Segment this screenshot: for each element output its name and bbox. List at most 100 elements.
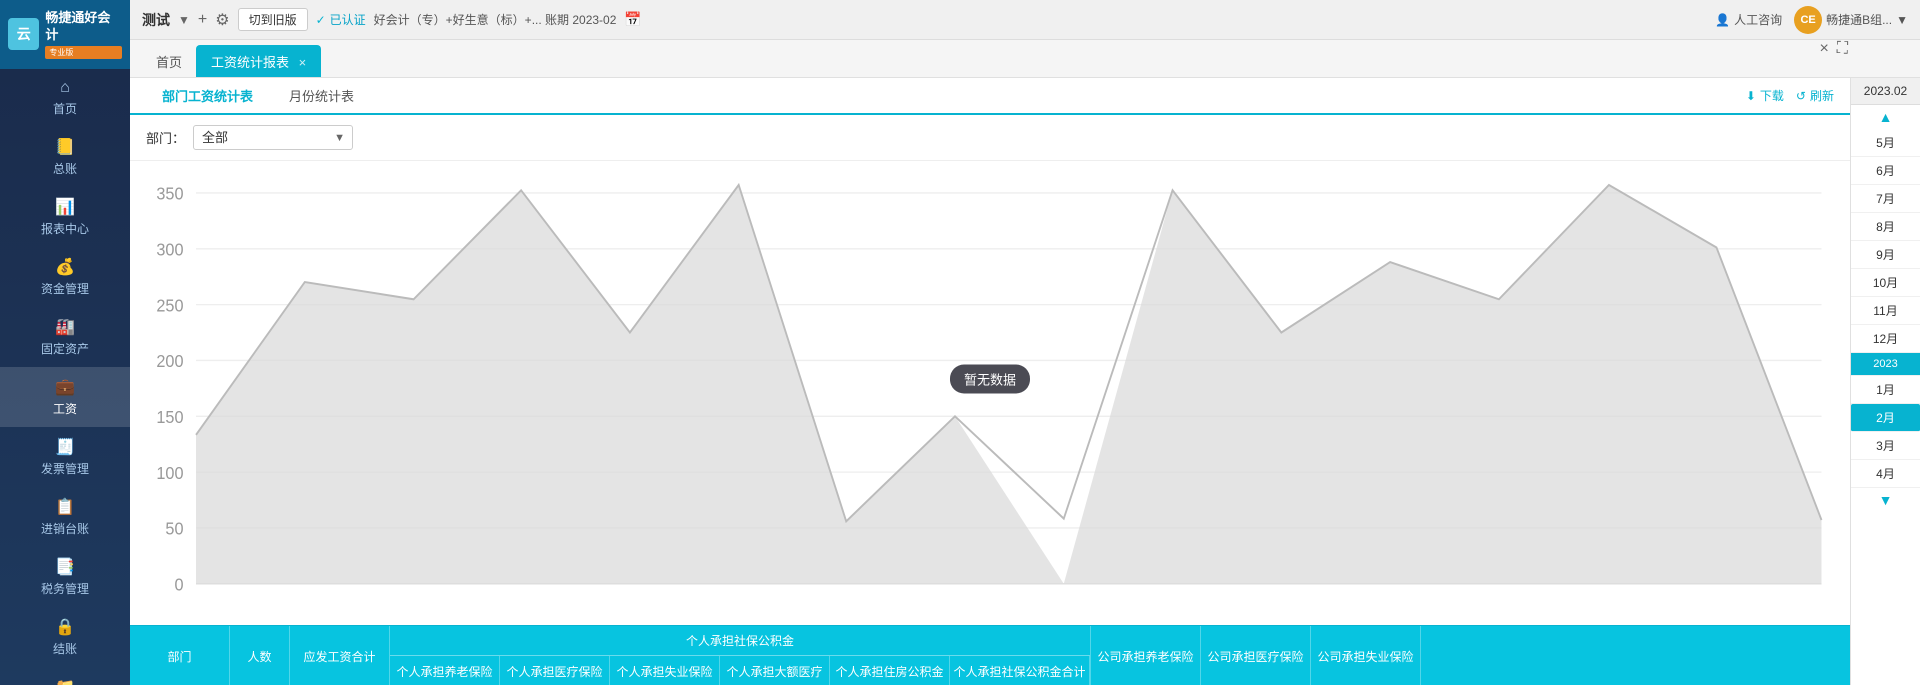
svg-text:200: 200 — [156, 352, 183, 372]
salary-icon: 💼 — [55, 377, 75, 397]
topbar: 测试 ▼ + ⚙ 切到旧版 ✓ 已认证 好会计（专）+好生意（标）+... 账期… — [130, 0, 1920, 40]
date-item-mar[interactable]: 3月 — [1851, 432, 1920, 460]
th-count: 人数 — [230, 626, 290, 685]
sidebar-item-funds[interactable]: 💰 资金管理 — [0, 247, 130, 307]
date-nav-down[interactable]: ▼ — [1851, 488, 1920, 512]
date-item-jul[interactable]: 7月 — [1851, 185, 1920, 213]
chart-area: 350 300 250 200 150 100 50 0 — [130, 161, 1850, 625]
help-button[interactable]: 👤 人工咨询 — [1715, 11, 1782, 28]
date-item-apr[interactable]: 4月 — [1851, 460, 1920, 488]
th-personal-unemployment: 个人承担失业保险 — [610, 656, 720, 685]
sidebar-label-salary: 工资 — [53, 400, 77, 417]
sidebar-label-tax: 税务管理 — [41, 580, 89, 597]
date-panel: 2023.02 ▲ 5月 6月 7月 8月 9月 10月 11月 12月 202… — [1850, 78, 1920, 685]
topbar-status-text: 已认证 — [330, 11, 366, 28]
sidebar-item-archive[interactable]: 📁 归档管理 — [0, 667, 130, 685]
sidebar-item-assets[interactable]: 🏭 固定资产 — [0, 307, 130, 367]
close-panel-button[interactable]: × — [1819, 40, 1828, 58]
subtab-dept[interactable]: 部门工资统计表 — [146, 78, 269, 115]
svg-text:350: 350 — [156, 184, 183, 204]
invoice-icon: 🧾 — [55, 437, 75, 457]
main-area: 测试 ▼ + ⚙ 切到旧版 ✓ 已认证 好会计（专）+好生意（标）+... 账期… — [130, 0, 1920, 685]
svg-text:50: 50 — [165, 519, 183, 539]
tax-icon: 📑 — [55, 557, 75, 577]
avatar: CE — [1794, 6, 1822, 34]
filter-bar: 部门： 全部 行政部 财务部 销售部 技术部 ▼ — [130, 115, 1850, 161]
th-dept: 部门 — [130, 626, 230, 685]
dept-select[interactable]: 全部 行政部 财务部 销售部 技术部 — [193, 125, 353, 150]
date-item-jan[interactable]: 1月 — [1851, 376, 1920, 404]
sidebar-item-tax[interactable]: 📑 税务管理 — [0, 547, 130, 607]
user-name: 畅捷通B组... — [1826, 11, 1892, 28]
refresh-icon: ↺ — [1796, 89, 1806, 103]
download-button[interactable]: ⬇ 下载 — [1746, 87, 1784, 104]
content-area: 部门工资统计表 月份统计表 ⬇ 下载 ↺ 刷新 部门： — [130, 78, 1920, 685]
sidebar-item-ledger[interactable]: 📒 总账 — [0, 127, 130, 187]
assets-icon: 🏭 — [55, 317, 75, 337]
date-item-feb[interactable]: 2月 — [1851, 404, 1920, 432]
sidebar-label-assets: 固定资产 — [41, 340, 89, 357]
switch-old-version-button[interactable]: 切到旧版 — [238, 8, 308, 31]
expand-panel-button[interactable]: ⛶ — [1837, 40, 1848, 58]
date-item-nov[interactable]: 11月 — [1851, 297, 1920, 325]
logo-brand: 畅捷通好会计 — [45, 10, 122, 44]
th-personal-housing-fund: 个人承担住房公积金 — [830, 656, 950, 685]
date-nav-up[interactable]: ▲ — [1851, 105, 1920, 129]
date-year-label: 2023 — [1851, 353, 1920, 376]
calendar-icon[interactable]: 📅 — [624, 11, 641, 28]
main-panel: 部门工资统计表 月份统计表 ⬇ 下载 ↺ 刷新 部门： — [130, 78, 1850, 685]
topbar-add-icon[interactable]: + — [198, 11, 207, 29]
logo-badge: 专业版 — [45, 46, 122, 59]
sidebar-label-invoice: 发票管理 — [41, 460, 89, 477]
sidebar-item-reports[interactable]: 📊 报表中心 — [0, 187, 130, 247]
topbar-title: 测试 — [142, 10, 170, 30]
date-item-oct[interactable]: 10月 — [1851, 269, 1920, 297]
ledger-icon: 📒 — [55, 137, 75, 157]
topbar-right: 👤 人工咨询 CE 畅捷通B组... ▼ — [1715, 6, 1908, 34]
th-company-pension: 公司承担养老保险 — [1091, 626, 1201, 685]
tabbar: 首页 工资统计报表 × — [130, 40, 1920, 78]
svg-text:100: 100 — [156, 463, 183, 483]
refresh-label: 刷新 — [1810, 87, 1834, 104]
topbar-settings-icon[interactable]: ⚙ — [215, 10, 229, 30]
sidebar-label-reports: 报表中心 — [41, 220, 89, 237]
inout-icon: 📋 — [55, 497, 75, 517]
date-item-may[interactable]: 5月 — [1851, 129, 1920, 157]
topbar-info: 好会计（专）+好生意（标）+... 账期 2023-02 — [374, 11, 617, 28]
sidebar-logo: 云 畅捷通好会计 专业版 — [0, 0, 130, 69]
sidebar-label-funds: 资金管理 — [41, 280, 89, 297]
logo-icon: 云 — [8, 18, 39, 50]
download-label: 下载 — [1760, 87, 1784, 104]
date-item-aug[interactable]: 8月 — [1851, 213, 1920, 241]
th-company-medical: 公司承担医疗保险 — [1201, 626, 1311, 685]
tab-salary-report[interactable]: 工资统计报表 × — [196, 45, 321, 77]
sidebar-label-ledger: 总账 — [53, 160, 77, 177]
refresh-button[interactable]: ↺ 刷新 — [1796, 87, 1834, 104]
sidebar: 云 畅捷通好会计 专业版 ⌂ 首页 📒 总账 📊 报表中心 💰 资金管理 🏭 固… — [0, 0, 130, 685]
topbar-status: ✓ 已认证 — [316, 11, 366, 28]
dept-filter-label: 部门： — [146, 128, 185, 147]
sidebar-item-close[interactable]: 🔒 结账 — [0, 607, 130, 667]
subtab-monthly[interactable]: 月份统计表 — [273, 78, 370, 115]
th-personal-medical: 个人承担医疗保险 — [500, 656, 610, 685]
svg-text:0: 0 — [174, 575, 183, 595]
th-company-unemployment: 公司承担失业保险 — [1311, 626, 1421, 685]
user-menu[interactable]: CE 畅捷通B组... ▼ — [1794, 6, 1908, 34]
date-item-jun[interactable]: 6月 — [1851, 157, 1920, 185]
sidebar-item-inout[interactable]: 📋 进销台账 — [0, 487, 130, 547]
salary-chart: 350 300 250 200 150 100 50 0 — [146, 173, 1834, 625]
topbar-dropdown-icon[interactable]: ▼ — [178, 13, 190, 27]
date-item-dec[interactable]: 12月 — [1851, 325, 1920, 353]
tab-close-icon[interactable]: × — [299, 55, 307, 70]
th-total-salary: 应发工资合计 — [290, 626, 390, 685]
sidebar-item-invoice[interactable]: 🧾 发票管理 — [0, 427, 130, 487]
sidebar-item-home[interactable]: ⌂ 首页 — [0, 69, 130, 127]
panel-controls: × ⛶ — [1819, 40, 1848, 58]
help-label: 人工咨询 — [1734, 11, 1782, 28]
tab-home[interactable]: 首页 — [142, 46, 196, 77]
svg-text:150: 150 — [156, 407, 183, 427]
th-personal-large-medical: 个人承担大额医疗 — [720, 656, 830, 685]
sidebar-item-salary[interactable]: 💼 工资 — [0, 367, 130, 427]
date-item-sep[interactable]: 9月 — [1851, 241, 1920, 269]
user-dropdown-icon: ▼ — [1896, 13, 1908, 27]
